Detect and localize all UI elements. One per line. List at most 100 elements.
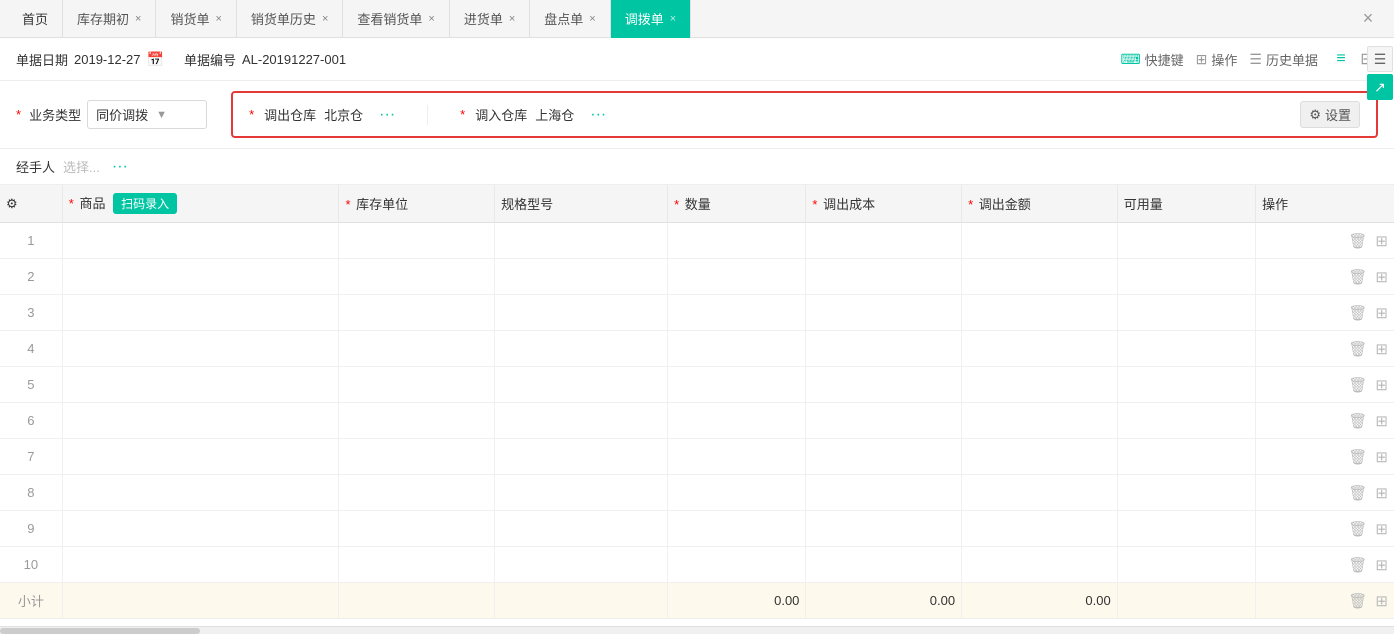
tab-close-transfer[interactable]: × [670, 13, 676, 25]
calendar-icon[interactable]: 📅 [147, 51, 164, 68]
cell-qty[interactable] [668, 367, 806, 403]
cell-spec[interactable] [495, 367, 668, 403]
tab-sales-order[interactable]: 销货单 × [156, 0, 236, 38]
cell-spec[interactable] [495, 259, 668, 295]
cell-unit[interactable] [339, 331, 495, 367]
row-copy-icon[interactable]: ⊞ [1375, 592, 1388, 610]
cell-cost[interactable] [806, 439, 962, 475]
tab-close-purchase[interactable]: × [509, 13, 515, 25]
cell-amount[interactable] [962, 367, 1118, 403]
cell-amount[interactable] [962, 475, 1118, 511]
transfer-out-more-icon[interactable]: ··· [379, 106, 395, 124]
cell-amount[interactable] [962, 439, 1118, 475]
row-copy-icon[interactable]: ⊞ [1375, 340, 1388, 358]
th-settings[interactable]: ⚙ [0, 185, 62, 223]
cell-amount[interactable] [962, 223, 1118, 259]
cell-unit[interactable] [339, 511, 495, 547]
date-value[interactable]: 2019-12-27 [74, 52, 141, 67]
cell-unit[interactable] [339, 259, 495, 295]
cell-product[interactable] [62, 223, 339, 259]
row-delete-icon[interactable]: 🗑 [1348, 304, 1367, 322]
cell-qty[interactable] [668, 223, 806, 259]
cell-qty[interactable] [668, 295, 806, 331]
row-copy-icon[interactable]: ⊞ [1375, 520, 1388, 538]
row-delete-icon[interactable]: 🗑 [1348, 448, 1367, 466]
cell-product[interactable] [62, 403, 339, 439]
cell-cost[interactable] [806, 223, 962, 259]
cell-cost[interactable] [806, 403, 962, 439]
manager-more-icon[interactable]: ··· [112, 158, 128, 176]
row-delete-icon[interactable]: 🗑 [1348, 268, 1367, 286]
tab-close-sales-history[interactable]: × [322, 13, 328, 25]
cell-cost[interactable] [806, 295, 962, 331]
cell-product[interactable] [62, 511, 339, 547]
cell-product[interactable] [62, 295, 339, 331]
tab-close-inventory-init[interactable]: × [135, 13, 141, 25]
bottom-scrollbar[interactable] [0, 626, 1394, 634]
cell-unit[interactable] [339, 475, 495, 511]
cell-product[interactable] [62, 259, 339, 295]
sidebar-export-icon-btn[interactable]: ↗ [1367, 74, 1393, 100]
cell-qty[interactable] [668, 547, 806, 583]
tab-close-view-sales[interactable]: × [428, 13, 434, 25]
cell-cost[interactable] [806, 547, 962, 583]
cell-product[interactable] [62, 367, 339, 403]
cell-qty[interactable] [668, 403, 806, 439]
cell-unit[interactable] [339, 367, 495, 403]
cell-unit[interactable] [339, 439, 495, 475]
cell-qty[interactable] [668, 331, 806, 367]
transfer-in-value[interactable]: 上海仓 [535, 105, 574, 124]
cell-unit[interactable] [339, 547, 495, 583]
cell-amount[interactable] [962, 511, 1118, 547]
window-close-button[interactable]: × [1350, 1, 1386, 37]
row-delete-icon[interactable]: 🗑 [1348, 520, 1367, 538]
cell-unit[interactable] [339, 223, 495, 259]
row-copy-icon[interactable]: ⊞ [1375, 304, 1388, 322]
tab-sales-history[interactable]: 销货单历史 × [237, 0, 343, 38]
tab-transfer[interactable]: 调拨单 × [611, 0, 691, 38]
tab-purchase[interactable]: 进货单 × [450, 0, 530, 38]
transfer-in-more-icon[interactable]: ··· [590, 106, 606, 124]
tab-close-stocktake[interactable]: × [589, 13, 595, 25]
history-btn[interactable]: ☰ 历史单据 [1249, 50, 1318, 69]
tab-close-sales-order[interactable]: × [215, 13, 221, 25]
operations-btn[interactable]: ⊞ 操作 [1196, 50, 1238, 69]
row-delete-icon[interactable]: 🗑 [1348, 376, 1367, 394]
cell-qty[interactable] [668, 475, 806, 511]
cell-qty[interactable] [668, 511, 806, 547]
tab-stocktake[interactable]: 盘点单 × [530, 0, 610, 38]
row-copy-icon[interactable]: ⊞ [1375, 268, 1388, 286]
table-settings-icon[interactable]: ⚙ [6, 196, 18, 211]
cell-amount[interactable] [962, 259, 1118, 295]
manager-select[interactable]: 选择... [63, 157, 100, 176]
cell-cost[interactable] [806, 475, 962, 511]
tab-home[interactable]: 首页 [8, 0, 63, 38]
row-delete-icon[interactable]: 🗑 [1348, 412, 1367, 430]
cell-product[interactable] [62, 439, 339, 475]
cell-spec[interactable] [495, 223, 668, 259]
cell-spec[interactable] [495, 295, 668, 331]
cell-unit[interactable] [339, 295, 495, 331]
cell-product[interactable] [62, 475, 339, 511]
row-delete-icon[interactable]: 🗑 [1348, 232, 1367, 250]
cell-spec[interactable] [495, 331, 668, 367]
transfer-out-value[interactable]: 北京仓 [324, 105, 363, 124]
row-delete-icon[interactable]: 🗑 [1348, 340, 1367, 358]
settings-button[interactable]: ⚙ 设置 [1300, 101, 1360, 128]
cell-cost[interactable] [806, 367, 962, 403]
cell-amount[interactable] [962, 331, 1118, 367]
tab-inventory-init[interactable]: 库存期初 × [63, 0, 156, 38]
row-delete-icon[interactable]: 🗑 [1348, 592, 1367, 610]
row-copy-icon[interactable]: ⊞ [1375, 448, 1388, 466]
cell-spec[interactable] [495, 475, 668, 511]
cell-amount[interactable] [962, 547, 1118, 583]
tab-view-sales[interactable]: 查看销货单 × [343, 0, 449, 38]
scan-button[interactable]: 扫码录入 [113, 193, 177, 214]
cell-cost[interactable] [806, 259, 962, 295]
cell-amount[interactable] [962, 403, 1118, 439]
cell-qty[interactable] [668, 439, 806, 475]
cell-qty[interactable] [668, 259, 806, 295]
cell-unit[interactable] [339, 403, 495, 439]
cell-spec[interactable] [495, 403, 668, 439]
cell-spec[interactable] [495, 547, 668, 583]
